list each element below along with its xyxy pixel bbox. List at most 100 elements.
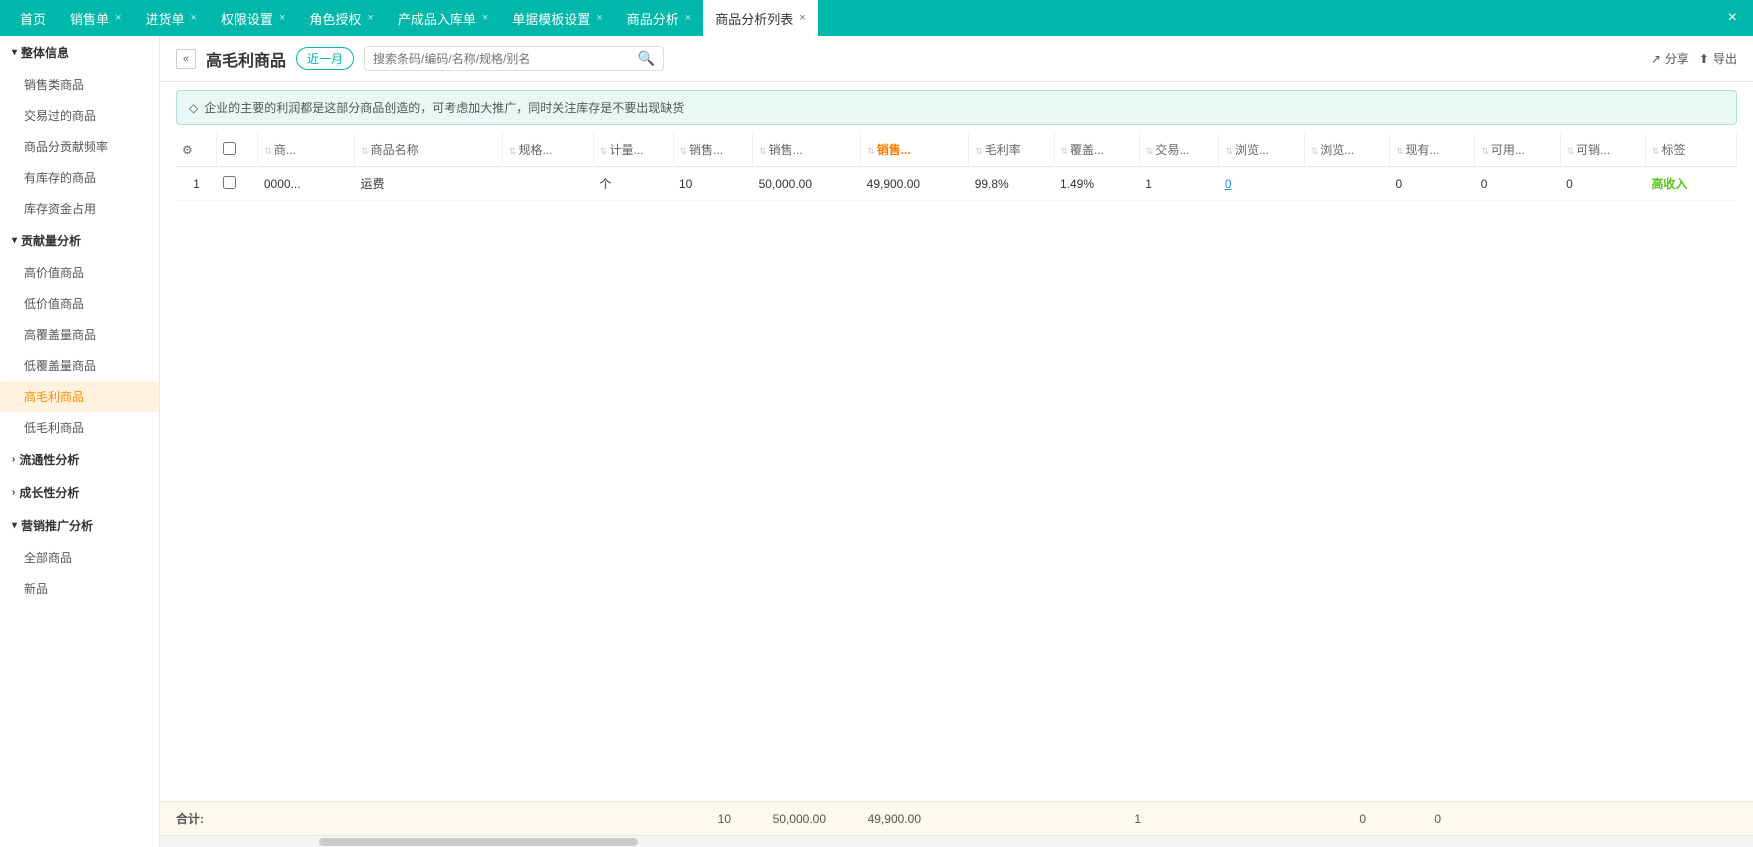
export-icon: ⬆ [1699,52,1709,66]
nav-analysis-list-close[interactable]: × [799,12,805,24]
arrow-icon: ▾ [12,47,17,58]
sidebar-item-new-goods[interactable]: 新品 [0,573,159,604]
sidebar-item-traded-goods[interactable]: 交易过的商品 [0,100,159,131]
th-spec[interactable]: ⇅规格... [502,133,593,167]
th-tag[interactable]: ⇅标签 [1645,133,1736,167]
table-row: 1 0000... 运费 个 10 50,000.00 49,900.00 99… [176,167,1737,201]
nav-analysis-close[interactable]: × [685,12,691,24]
nav-roles-close[interactable]: × [367,12,373,24]
footer-sales-profit: 49,900.00 [826,812,921,826]
scrollbar-thumb[interactable] [319,838,638,846]
nav-purchase-close[interactable]: × [190,12,196,24]
content-area: « 高毛利商品 近一月 🔍 ↗ 分享 ⬆ 导出 ◇ 企业的主要 [160,36,1753,847]
nav-roles[interactable]: 角色授权 × [297,0,385,36]
th-views2[interactable]: ⇅浏览... [1304,133,1389,167]
cell-views2 [1304,167,1389,201]
horizontal-scrollbar[interactable] [160,835,1753,847]
cell-sales-profit: 49,900.00 [861,167,969,201]
th-name[interactable]: ⇅商品名称 [355,133,503,167]
th-sales-profit[interactable]: ⇅销售... [861,133,969,167]
cell-name: 运费 [355,167,503,201]
table-wrapper: ⚙ ⇅商... ⇅商品名称 ⇅规格... [160,133,1753,801]
th-coverage[interactable]: ⇅覆盖... [1054,133,1139,167]
select-all-checkbox[interactable] [223,142,236,155]
table-header-row: ⚙ ⇅商... ⇅商品名称 ⇅规格... [176,133,1737,167]
footer-sales-qty: 10 [661,812,731,826]
nav-template-close[interactable]: × [596,12,602,24]
arrow-icon-5: ▾ [12,520,17,531]
footer-sales-amt: 50,000.00 [731,812,826,826]
footer-totals: 合计: 10 50,000.00 49,900.00 1 0 0 [160,801,1753,835]
nav-analysis-list[interactable]: 商品分析列表 × [703,0,817,36]
nav-permissions-close[interactable]: × [279,12,285,24]
sidebar-item-all-goods[interactable]: 全部商品 [0,542,159,573]
nav-home[interactable]: 首页 [8,0,58,36]
nav-template[interactable]: 单据模板设置 × [500,0,614,36]
nav-permissions[interactable]: 权限设置 × [209,0,297,36]
sidebar-item-in-stock[interactable]: 有库存的商品 [0,162,159,193]
footer-transactions: 1 [1071,812,1141,826]
sidebar-item-stock-capital[interactable]: 库存资金占用 [0,193,159,224]
nav-analysis[interactable]: 商品分析 × [615,0,703,36]
sidebar: ▾ 整体信息 销售类商品 交易过的商品 商品分贡献频率 有库存的商品 库存资金占… [0,36,160,847]
sidebar-item-sales-goods[interactable]: 销售类商品 [0,69,159,100]
footer-stock-avail: 0 [1366,812,1441,826]
sidebar-item-high-value[interactable]: 高价值商品 [0,257,159,288]
sidebar-group-liquidity[interactable]: › 流通性分析 [0,443,159,476]
th-stock-avail[interactable]: ⇅可用... [1475,133,1560,167]
info-banner: ◇ 企业的主要的利润都是这部分商品创造的，可考虑加大推广，同时关注库存是不要出现… [176,90,1737,125]
nav-close-all[interactable]: × [1720,9,1745,27]
cell-spec [502,167,593,201]
cell-checkbox[interactable] [217,167,258,201]
th-stock-now[interactable]: ⇅现有... [1390,133,1475,167]
export-button[interactable]: ⬆ 导出 [1699,50,1737,67]
th-transactions[interactable]: ⇅交易... [1139,133,1219,167]
sidebar-item-high-coverage[interactable]: 高覆盖量商品 [0,319,159,350]
cell-views1[interactable]: 0 [1219,167,1304,201]
collapse-sidebar-button[interactable]: « [176,49,196,69]
th-settings[interactable]: ⚙ [176,133,217,167]
cell-stock-sell: 0 [1560,167,1645,201]
cell-transactions: 1 [1139,167,1219,201]
nav-sales[interactable]: 销售单 × [58,0,133,36]
cell-gross-margin: 99.8% [969,167,1054,201]
sidebar-item-low-value[interactable]: 低价值商品 [0,288,159,319]
sidebar-item-high-margin[interactable]: 高毛利商品 [0,381,159,412]
sidebar-group-marketing[interactable]: ▾ 营销推广分析 [0,509,159,542]
sidebar-item-low-margin[interactable]: 低毛利商品 [0,412,159,443]
arrow-icon-4: › [12,487,15,498]
sidebar-group-overall[interactable]: ▾ 整体信息 [0,36,159,69]
th-checkbox[interactable] [217,133,258,167]
cell-coverage: 1.49% [1054,167,1139,201]
nav-purchase[interactable]: 进货单 × [133,0,208,36]
sidebar-item-contribution[interactable]: 商品分贡献频率 [0,131,159,162]
share-button[interactable]: ↗ 分享 [1651,50,1689,67]
arrow-icon-2: ▾ [12,235,17,246]
main-layout: ▾ 整体信息 销售类商品 交易过的商品 商品分贡献频率 有库存的商品 库存资金占… [0,36,1753,847]
sidebar-item-low-coverage[interactable]: 低覆盖量商品 [0,350,159,381]
row-checkbox[interactable] [223,176,236,189]
search-input[interactable] [373,52,634,66]
info-icon: ◇ [189,101,198,115]
cell-sales-amt: 50,000.00 [753,167,861,201]
footer-label: 合计: [176,810,204,827]
th-views1[interactable]: ⇅浏览... [1219,133,1304,167]
nav-production-close[interactable]: × [482,12,488,24]
th-code[interactable]: ⇅商... [258,133,355,167]
cell-unit: 个 [593,167,673,201]
nav-sales-close[interactable]: × [115,12,121,24]
search-icon: 🔍 [638,50,655,67]
th-sales-amt[interactable]: ⇅销售... [753,133,861,167]
th-unit[interactable]: ⇅计量... [593,133,673,167]
sidebar-group-contribution[interactable]: ▾ 贡献量分析 [0,224,159,257]
sidebar-group-growth[interactable]: › 成长性分析 [0,476,159,509]
period-button[interactable]: 近一月 [296,47,354,70]
nav-production[interactable]: 产成品入库单 × [386,0,500,36]
top-navigation: 首页 销售单 × 进货单 × 权限设置 × 角色授权 × 产成品入库单 × 单据… [0,0,1753,36]
th-gross-margin[interactable]: ⇅毛利率 [969,133,1054,167]
th-sales-qty[interactable]: ⇅销售... [673,133,753,167]
search-box[interactable]: 🔍 [364,46,664,71]
cell-sales-qty: 10 [673,167,753,201]
cell-stock-avail: 0 [1475,167,1560,201]
th-stock-sell[interactable]: ⇅可销... [1560,133,1645,167]
